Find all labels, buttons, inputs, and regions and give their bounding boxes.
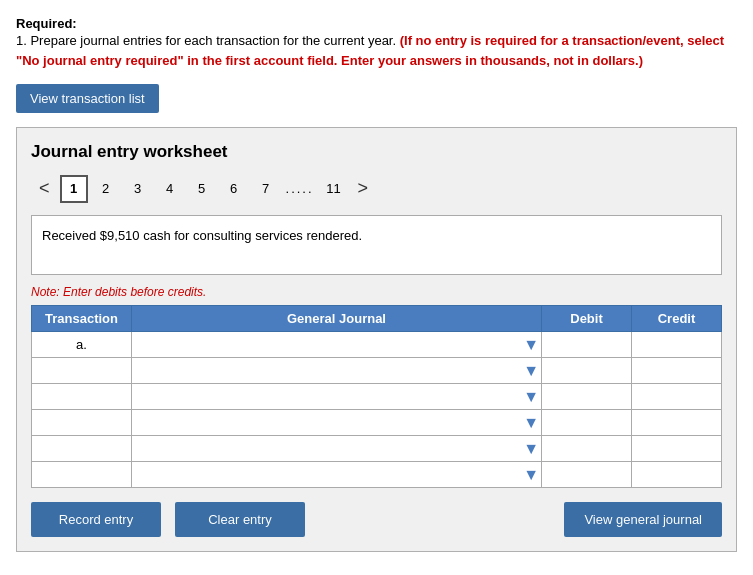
debit-cell-1[interactable]	[542, 332, 632, 358]
nav-page-3[interactable]: 3	[126, 175, 150, 203]
credit-cell-5[interactable]	[632, 436, 722, 462]
gj-input-4[interactable]	[136, 412, 537, 433]
nav-page-6[interactable]: 6	[222, 175, 246, 203]
transaction-cell-3	[32, 384, 132, 410]
col-header-transaction: Transaction	[32, 306, 132, 332]
required-section: Required: 1. Prepare journal entries for…	[16, 16, 737, 70]
required-label: Required:	[16, 16, 77, 31]
debit-input-1[interactable]	[546, 337, 627, 352]
debit-cell-3[interactable]	[542, 384, 632, 410]
credit-input-2[interactable]	[636, 363, 717, 378]
debit-input-5[interactable]	[546, 441, 627, 456]
transaction-cell-5	[32, 436, 132, 462]
note-text: Note: Enter debits before credits.	[31, 285, 722, 299]
credit-cell-1[interactable]	[632, 332, 722, 358]
nav-prev-button[interactable]: <	[31, 174, 58, 203]
gj-input-5[interactable]	[136, 438, 537, 459]
worksheet-title: Journal entry worksheet	[31, 142, 722, 162]
col-header-general-journal: General Journal	[132, 306, 542, 332]
view-transaction-button[interactable]: View transaction list	[16, 84, 159, 113]
required-title: Required:	[16, 16, 737, 31]
nav-page-7[interactable]: 7	[254, 175, 278, 203]
credit-cell-3[interactable]	[632, 384, 722, 410]
nav-page-2[interactable]: 2	[94, 175, 118, 203]
record-entry-button[interactable]: Record entry	[31, 502, 161, 537]
gj-cell-2[interactable]: ▼	[132, 358, 542, 384]
col-header-debit: Debit	[542, 306, 632, 332]
nav-row: < 1 2 3 4 5 6 7 ..... 11 >	[31, 174, 722, 203]
transaction-cell-a: a.	[32, 332, 132, 358]
nav-page-5[interactable]: 5	[190, 175, 214, 203]
worksheet-container: Journal entry worksheet < 1 2 3 4 5 6 7 …	[16, 127, 737, 552]
debit-cell-2[interactable]	[542, 358, 632, 384]
gj-cell-1[interactable]: ▼	[132, 332, 542, 358]
required-body: 1. Prepare journal entries for each tran…	[16, 31, 737, 70]
gj-input-3[interactable]	[136, 386, 537, 407]
buttons-row: Record entry Clear entry View general jo…	[31, 502, 722, 537]
gj-cell-3[interactable]: ▼	[132, 384, 542, 410]
credit-cell-6[interactable]	[632, 462, 722, 488]
credit-input-1[interactable]	[636, 337, 717, 352]
required-intro: 1. Prepare journal entries for each tran…	[16, 33, 400, 48]
gj-cell-4[interactable]: ▼	[132, 410, 542, 436]
table-row: ▼	[32, 384, 722, 410]
credit-input-4[interactable]	[636, 415, 717, 430]
gj-input-6[interactable]	[136, 464, 537, 485]
credit-input-6[interactable]	[636, 467, 717, 482]
table-row: ▼	[32, 462, 722, 488]
view-general-journal-button[interactable]: View general journal	[564, 502, 722, 537]
nav-page-11[interactable]: 11	[322, 175, 346, 203]
table-row: ▼	[32, 410, 722, 436]
gj-cell-5[interactable]: ▼	[132, 436, 542, 462]
clear-entry-button[interactable]: Clear entry	[175, 502, 305, 537]
gj-input-2[interactable]	[136, 360, 537, 381]
nav-page-4[interactable]: 4	[158, 175, 182, 203]
transaction-description: Received $9,510 cash for consulting serv…	[31, 215, 722, 275]
transaction-cell-4	[32, 410, 132, 436]
gj-input-1[interactable]	[136, 334, 537, 355]
debit-cell-6[interactable]	[542, 462, 632, 488]
debit-input-2[interactable]	[546, 363, 627, 378]
table-row: a. ▼	[32, 332, 722, 358]
table-row: ▼	[32, 358, 722, 384]
nav-page-1[interactable]: 1	[60, 175, 88, 203]
transaction-cell-6	[32, 462, 132, 488]
nav-next-button[interactable]: >	[350, 174, 377, 203]
credit-input-5[interactable]	[636, 441, 717, 456]
transaction-cell-2	[32, 358, 132, 384]
nav-dots: .....	[286, 181, 314, 196]
credit-cell-4[interactable]	[632, 410, 722, 436]
credit-input-3[interactable]	[636, 389, 717, 404]
journal-table: Transaction General Journal Debit Credit…	[31, 305, 722, 488]
debit-cell-4[interactable]	[542, 410, 632, 436]
debit-input-6[interactable]	[546, 467, 627, 482]
transaction-description-text: Received $9,510 cash for consulting serv…	[42, 228, 362, 243]
gj-cell-6[interactable]: ▼	[132, 462, 542, 488]
credit-cell-2[interactable]	[632, 358, 722, 384]
debit-input-3[interactable]	[546, 389, 627, 404]
debit-input-4[interactable]	[546, 415, 627, 430]
table-row: ▼	[32, 436, 722, 462]
debit-cell-5[interactable]	[542, 436, 632, 462]
col-header-credit: Credit	[632, 306, 722, 332]
